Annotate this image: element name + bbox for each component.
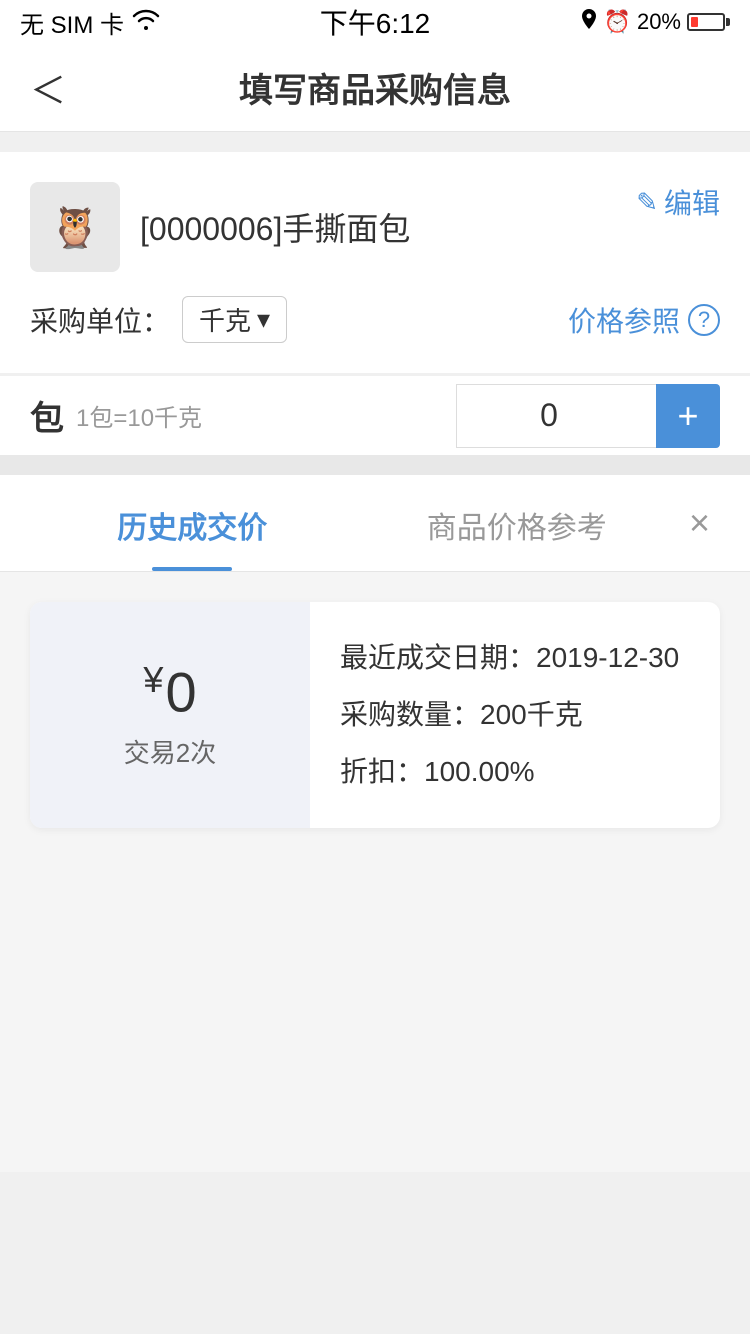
transaction-left: ¥0 交易2次 bbox=[30, 602, 310, 828]
product-logo-icon: 🦉 bbox=[50, 204, 100, 251]
transaction-price: ¥0 bbox=[143, 659, 196, 725]
purchase-quantity-row: 采购数量：200千克 bbox=[340, 695, 690, 734]
product-name: [0000006]手撕面包 bbox=[140, 204, 410, 250]
edit-icon: ✎ bbox=[636, 187, 658, 218]
section-separator bbox=[0, 455, 750, 475]
discount-value: 100.00% bbox=[424, 756, 535, 787]
unit-row: 采购单位： 千克 ▾ bbox=[30, 296, 287, 343]
quantity-plus-button[interactable]: + bbox=[656, 384, 720, 448]
unit-sub: 1包=10千克 bbox=[76, 398, 202, 433]
tabs-container: 历史成交价 商品价格参考 × bbox=[0, 475, 750, 572]
purchase-quantity-label: 采购数量： bbox=[340, 699, 480, 730]
nav-bar: ＜ 填写商品采购信息 bbox=[0, 44, 750, 132]
unit-label: 采购单位： bbox=[30, 300, 170, 340]
battery-percent: 20% bbox=[637, 9, 681, 35]
unit-value: 千克 bbox=[199, 301, 251, 338]
back-button[interactable]: ＜ bbox=[20, 52, 76, 124]
recent-date-row: 最近成交日期：2019-12-30 bbox=[340, 638, 690, 677]
tab-history-price[interactable]: 历史成交价 bbox=[30, 475, 354, 571]
price-ref-button[interactable]: 价格参照 ? bbox=[568, 300, 720, 340]
unit-badge: 包 bbox=[30, 391, 64, 440]
transaction-card: ¥0 交易2次 最近成交日期：2019-12-30 采购数量：200千克 折扣：… bbox=[30, 602, 720, 828]
tab-product-price-ref-label: 商品价格参考 bbox=[427, 512, 607, 545]
edit-button[interactable]: ✎ 编辑 bbox=[636, 182, 720, 222]
tab-product-price-ref[interactable]: 商品价格参考 bbox=[354, 475, 678, 571]
purchase-quantity-value: 200千克 bbox=[480, 699, 583, 730]
price-value: 0 bbox=[165, 661, 196, 724]
status-right: ⏰ 20% bbox=[580, 8, 730, 36]
location-icon bbox=[580, 8, 598, 36]
status-bar: 无 SIM 卡 下午6:12 ⏰ 20% bbox=[0, 0, 750, 44]
status-time: 下午6:12 bbox=[320, 2, 431, 42]
recent-date-value: 2019-12-30 bbox=[536, 642, 679, 673]
wifi-icon bbox=[132, 8, 160, 37]
unit-selector[interactable]: 千克 ▾ bbox=[182, 296, 287, 343]
price-ref-label: 价格参照 bbox=[568, 300, 680, 340]
recent-date-label: 最近成交日期： bbox=[340, 642, 536, 673]
status-left: 无 SIM 卡 bbox=[20, 5, 160, 40]
transaction-count: 交易2次 bbox=[124, 733, 216, 770]
currency-symbol: ¥ bbox=[143, 659, 163, 700]
tab-history-price-label: 历史成交价 bbox=[117, 512, 267, 545]
edit-label: 编辑 bbox=[664, 182, 720, 222]
transaction-right: 最近成交日期：2019-12-30 采购数量：200千克 折扣：100.00% bbox=[310, 602, 720, 828]
product-card: 🦉 [0000006]手撕面包 ✎ 编辑 采购单位： 千克 ▾ 价格参照 ? bbox=[0, 152, 750, 373]
close-icon: × bbox=[689, 502, 710, 544]
product-thumbnail: 🦉 bbox=[30, 182, 120, 272]
alarm-icon: ⏰ bbox=[604, 9, 631, 35]
quantity-controls: + bbox=[456, 384, 720, 448]
page-title: 填写商品采购信息 bbox=[239, 63, 511, 112]
tabs-close-button[interactable]: × bbox=[679, 492, 720, 554]
discount-row: 折扣：100.00% bbox=[340, 752, 690, 791]
quantity-input[interactable] bbox=[456, 384, 656, 448]
discount-label: 折扣： bbox=[340, 756, 424, 787]
product-header: 🦉 [0000006]手撕面包 ✎ 编辑 bbox=[30, 182, 720, 272]
quantity-section: 包 1包=10千克 + bbox=[0, 375, 750, 455]
unit-dropdown-icon: ▾ bbox=[257, 304, 270, 335]
price-ref-help-icon: ? bbox=[688, 304, 720, 336]
product-footer: 采购单位： 千克 ▾ 价格参照 ? bbox=[30, 296, 720, 343]
carrier-text: 无 SIM 卡 bbox=[20, 5, 124, 40]
battery-icon bbox=[687, 13, 730, 31]
quantity-label: 包 1包=10千克 bbox=[30, 391, 202, 440]
product-left: 🦉 [0000006]手撕面包 bbox=[30, 182, 410, 272]
content-area: ¥0 交易2次 最近成交日期：2019-12-30 采购数量：200千克 折扣：… bbox=[0, 572, 750, 1172]
